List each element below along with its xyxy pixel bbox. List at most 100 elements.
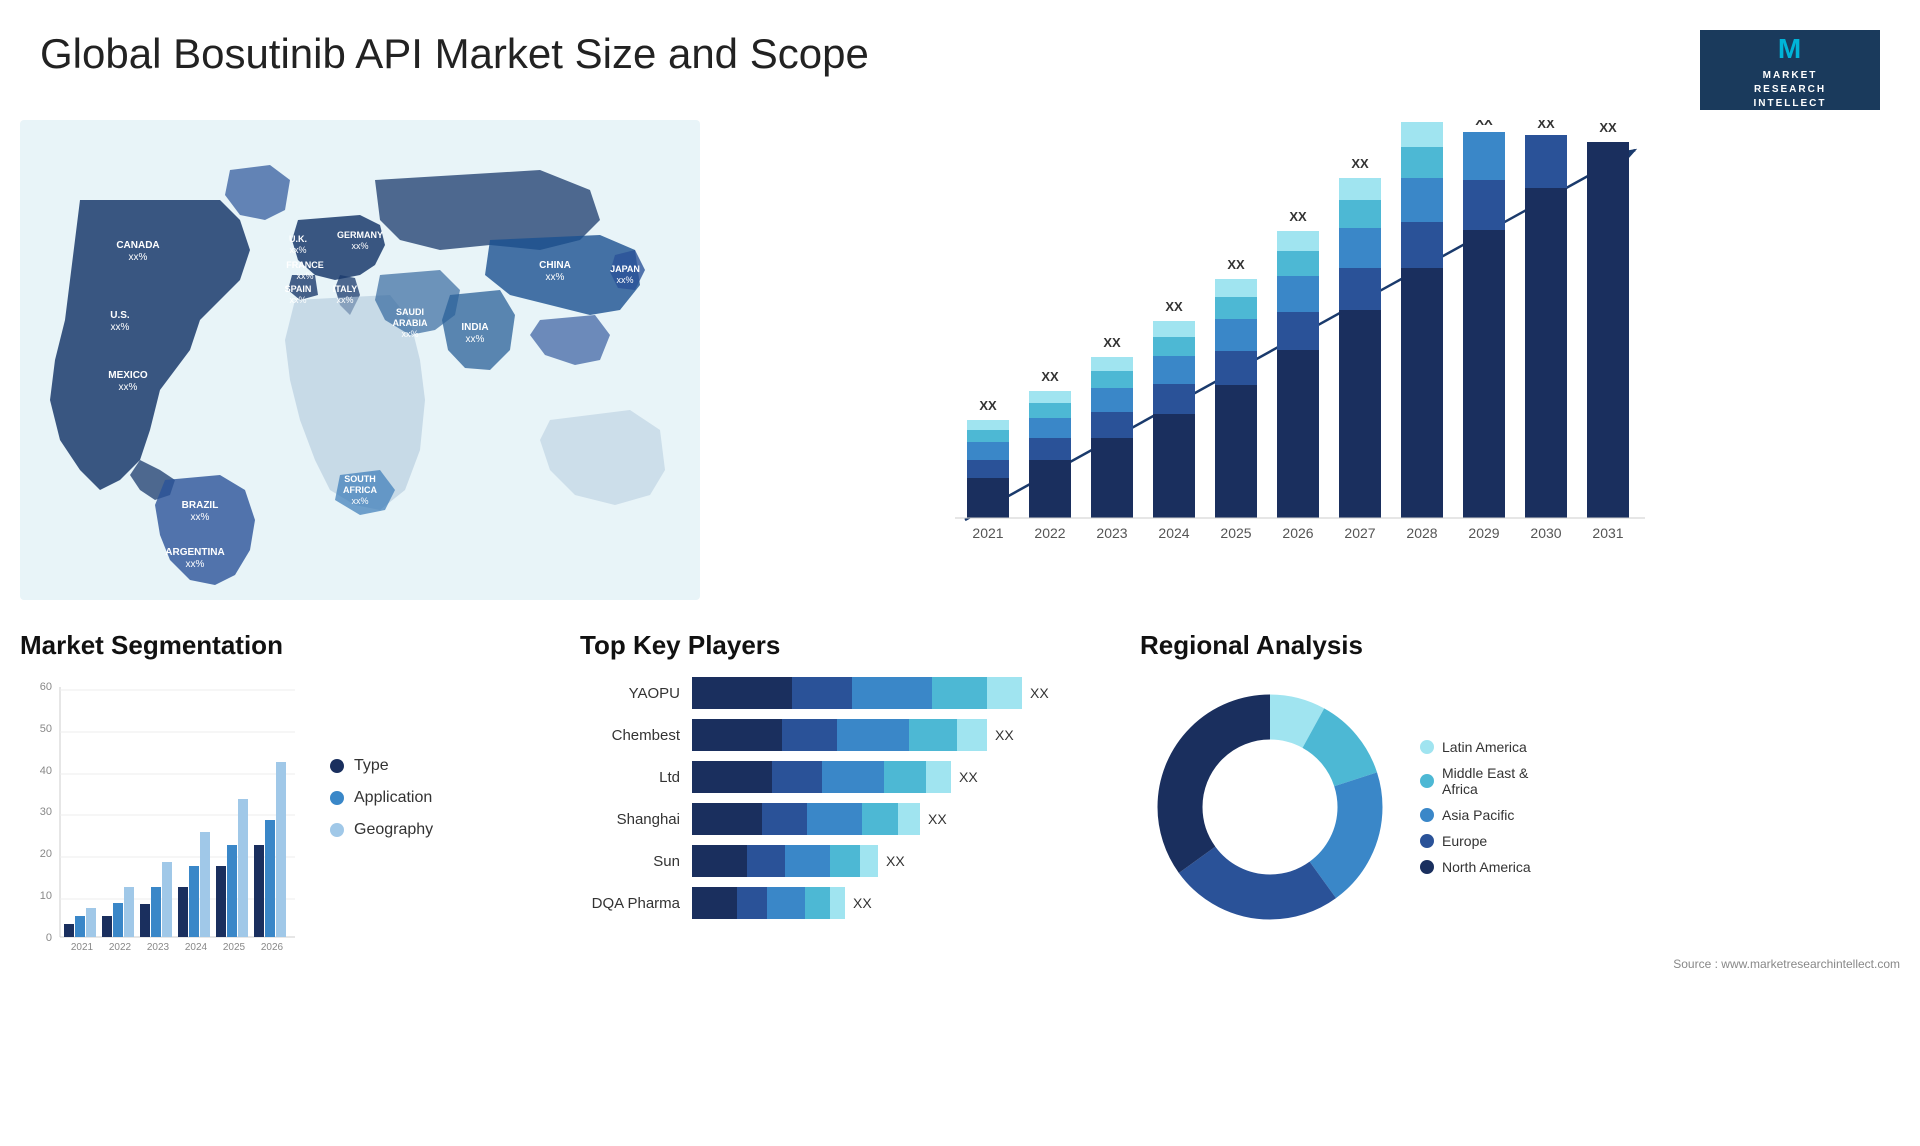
reg-label-europe: Europe [1442, 833, 1487, 849]
player-xx-shanghai: XX [928, 811, 947, 827]
svg-text:0: 0 [46, 932, 52, 944]
svg-text:FRANCE: FRANCE [286, 260, 324, 270]
player-row-yaopu: YAOPU XX [580, 677, 1100, 709]
player-row-shanghai: Shanghai XX [580, 803, 1100, 835]
donut-chart-wrap [1140, 677, 1400, 937]
player-row-sun: Sun XX [580, 845, 1100, 877]
logo-line2: RESEARCH [1754, 83, 1826, 97]
svg-text:U.K.: U.K. [289, 234, 307, 244]
svg-text:XX: XX [1165, 299, 1183, 314]
player-bar-segments-sun [692, 845, 878, 877]
svg-text:xx%: xx% [336, 295, 353, 305]
player-row-dqa: DQA Pharma XX [580, 887, 1100, 919]
svg-text:GERMANY: GERMANY [337, 230, 383, 240]
bar-chart-svg: XX XX XX XX [730, 120, 1870, 580]
svg-text:MEXICO: MEXICO [108, 370, 148, 381]
svg-text:xx%: xx% [296, 271, 313, 281]
reg-dot-northamerica [1420, 860, 1434, 874]
svg-text:50: 50 [40, 723, 52, 735]
player-name-shanghai: Shanghai [580, 811, 680, 828]
player-bar-dqa: XX [692, 887, 1100, 919]
svg-text:xx%: xx% [186, 559, 205, 570]
svg-text:XX: XX [1475, 120, 1493, 128]
player-row-ltd: Ltd XX [580, 761, 1100, 793]
svg-text:20: 20 [40, 848, 52, 860]
reg-label-latin: Latin America [1442, 739, 1527, 755]
player-name-chembest: Chembest [580, 727, 680, 744]
regional-legend: Latin America Middle East &Africa Asia P… [1420, 739, 1531, 875]
reg-legend-northamerica: North America [1420, 859, 1531, 875]
player-name-ltd: Ltd [580, 769, 680, 786]
svg-text:xx%: xx% [351, 496, 368, 506]
legend-item-application: Application [330, 789, 433, 807]
reg-legend-asia: Asia Pacific [1420, 807, 1531, 823]
reg-dot-mea [1420, 774, 1434, 788]
svg-text:2024: 2024 [185, 942, 208, 953]
legend-label-geography: Geography [354, 821, 433, 839]
svg-text:U.S.: U.S. [110, 310, 130, 321]
regional-content: Latin America Middle East &Africa Asia P… [1140, 677, 1900, 937]
svg-text:XX: XX [1599, 120, 1617, 135]
svg-text:SOUTH: SOUTH [344, 474, 376, 484]
player-bar-segments-chembest [692, 719, 987, 751]
reg-legend-mea: Middle East &Africa [1420, 765, 1531, 797]
source-text: Source : www.marketresearchintellect.com [1140, 957, 1900, 971]
svg-text:2026: 2026 [1282, 525, 1313, 541]
page-title: Global Bosutinib API Market Size and Sco… [40, 30, 869, 78]
svg-text:2027: 2027 [1344, 525, 1375, 541]
svg-text:xx%: xx% [616, 275, 633, 285]
legend-dot-geography [330, 823, 344, 837]
svg-text:XX: XX [979, 398, 997, 413]
player-bar-chembest: XX [692, 719, 1100, 751]
svg-text:60: 60 [40, 681, 52, 693]
segmentation-legend: Type Application Geography [330, 677, 433, 839]
legend-dot-type [330, 759, 344, 773]
svg-text:2022: 2022 [109, 942, 132, 953]
legend-item-type: Type [330, 757, 433, 775]
svg-text:2029: 2029 [1468, 525, 1499, 541]
svg-text:30: 30 [40, 806, 52, 818]
svg-text:ITALY: ITALY [333, 284, 358, 294]
reg-label-northamerica: North America [1442, 859, 1531, 875]
reg-legend-europe: Europe [1420, 833, 1531, 849]
svg-text:xx%: xx% [191, 512, 210, 523]
legend-label-type: Type [354, 757, 389, 775]
svg-text:XX: XX [1289, 209, 1307, 224]
player-bar-ltd: XX [692, 761, 1100, 793]
legend-label-application: Application [354, 789, 432, 807]
svg-text:2031: 2031 [1592, 525, 1623, 541]
reg-legend-latin: Latin America [1420, 739, 1531, 755]
player-bar-sun: XX [692, 845, 1100, 877]
svg-text:10: 10 [40, 890, 52, 902]
bar-chart-section: XX XX XX XX [700, 120, 1900, 620]
svg-text:SPAIN: SPAIN [285, 284, 312, 294]
svg-text:CANADA: CANADA [116, 240, 159, 251]
svg-text:AFRICA: AFRICA [343, 485, 377, 495]
svg-text:BRAZIL: BRAZIL [182, 500, 219, 511]
svg-text:2028: 2028 [1406, 525, 1437, 541]
logo-letter: M [1778, 29, 1802, 68]
player-xx-yaopu: XX [1030, 685, 1049, 701]
segmentation-section: Market Segmentation 0 10 20 30 40 50 60 [20, 630, 540, 1100]
player-bar-segments-ltd [692, 761, 951, 793]
reg-dot-latin [1420, 740, 1434, 754]
svg-text:2021: 2021 [71, 942, 94, 953]
svg-text:2030: 2030 [1530, 525, 1561, 541]
key-players-section: Top Key Players YAOPU XX Chembest [540, 630, 1100, 1100]
svg-text:2025: 2025 [223, 942, 246, 953]
logo-line3: INTELLECT [1754, 97, 1827, 111]
svg-text:2021: 2021 [972, 525, 1003, 541]
svg-text:xx%: xx% [546, 272, 565, 283]
svg-text:ARABIA: ARABIA [393, 318, 428, 328]
reg-dot-asia [1420, 808, 1434, 822]
regional-title: Regional Analysis [1140, 630, 1900, 661]
svg-text:xx%: xx% [351, 241, 368, 251]
svg-text:2026: 2026 [261, 942, 284, 953]
regional-section: Regional Analysis [1100, 630, 1900, 1100]
segmentation-svg-wrap: 0 10 20 30 40 50 60 [20, 677, 300, 997]
legend-item-geography: Geography [330, 821, 433, 839]
world-map-svg: CANADA xx% U.S. xx% MEXICO xx% BRAZIL xx… [20, 120, 700, 600]
segmentation-title: Market Segmentation [20, 630, 540, 661]
player-xx-dqa: XX [853, 895, 872, 911]
svg-text:SAUDI: SAUDI [396, 307, 424, 317]
